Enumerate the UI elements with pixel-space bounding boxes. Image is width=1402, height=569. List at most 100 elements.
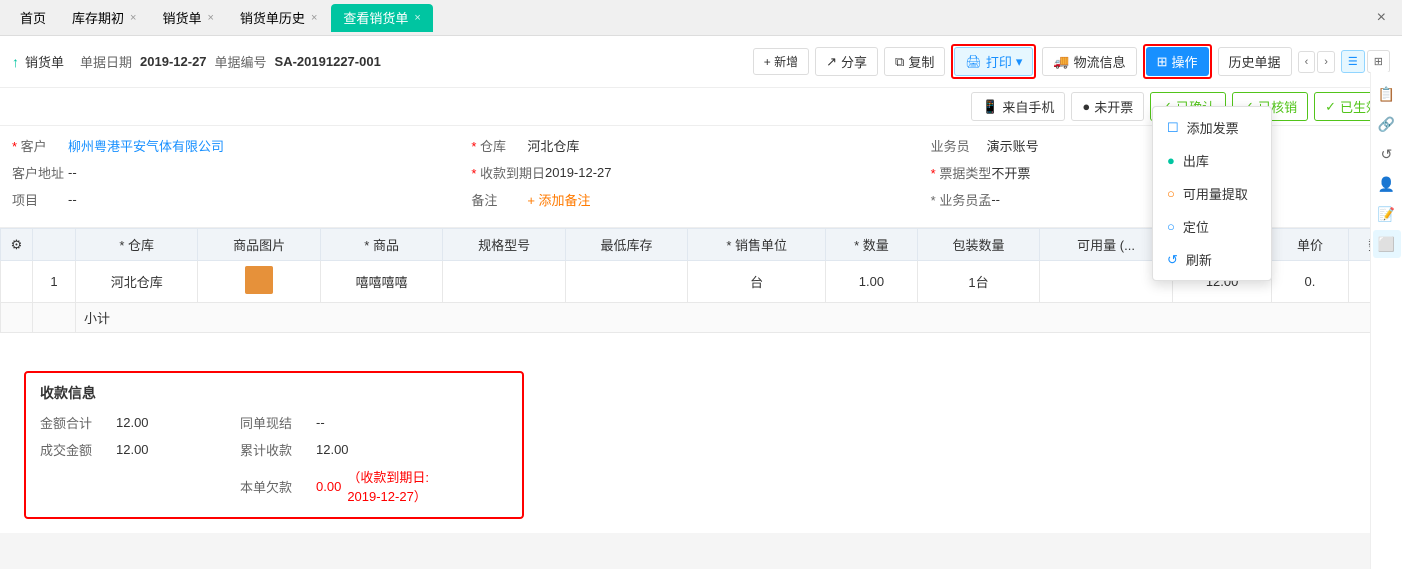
tab-home[interactable]: 首页	[8, 4, 58, 32]
subtotal-empty1	[33, 303, 76, 333]
refresh-icon: ↺	[1167, 252, 1178, 268]
dropdown-add-invoice[interactable]: ☐ 添加发票	[1153, 111, 1271, 144]
tab-sales-label: 销货单	[162, 8, 201, 27]
project-field: 项目 --	[12, 190, 471, 209]
header-actions: + 新增 ↗ 分享 ⧉ 复制 🖨 打印 ▾ 🚚	[753, 44, 1390, 79]
add-note-button[interactable]: + 添加备注	[527, 190, 590, 209]
main-content: ↑ 销货单 单据日期 2019-12-27 单据编号 SA-20191227-0…	[0, 36, 1402, 533]
next-button[interactable]: ›	[1317, 51, 1335, 73]
date-label: 单据日期	[80, 52, 132, 71]
grid-icon: ⊞	[1157, 54, 1168, 70]
tab-view-sales-close[interactable]: ×	[414, 12, 420, 24]
ticket-label: 票据类型	[931, 163, 992, 182]
invoice-icon: ☐	[1167, 120, 1179, 136]
dropdown-locate[interactable]: ○ 定位	[1153, 210, 1271, 243]
tab-bar: 首页 库存期初 × 销货单 × 销货单历史 × 查看销货单 × ×	[0, 0, 1402, 36]
doc-title: ↑ 销货单	[12, 52, 64, 71]
phone-button[interactable]: 📱 来自手机	[971, 92, 1065, 121]
customer-label: 客户	[12, 136, 68, 155]
th-spec: 规格型号	[443, 229, 565, 261]
sidebar-icon-5[interactable]: 📝	[1373, 200, 1401, 228]
footer-owed: 本单欠款 0.00 （收款到期日: 2019-12-27）	[240, 465, 440, 507]
dropdown-refresh[interactable]: ↺ 刷新	[1153, 243, 1271, 276]
subtotal-gear	[1, 303, 33, 333]
project-label: 项目	[12, 190, 68, 209]
number-value: SA-20191227-001	[275, 54, 381, 69]
tab-sales-close[interactable]: ×	[207, 12, 213, 24]
footer-grid: 金额合计 12.00 同单现结 -- 成交金额 12.00 累计收款 12.00	[40, 411, 508, 507]
td-spec	[443, 261, 565, 303]
subtotal-row: 小计	[1, 303, 1402, 333]
nav-arrows: ‹ ›	[1298, 51, 1335, 73]
subtotal-label: 小计	[76, 303, 1402, 333]
staff-value: 演示账号	[987, 136, 1039, 155]
tab-inventory[interactable]: 库存期初 ×	[60, 4, 148, 32]
address-label: 客户地址	[12, 163, 68, 182]
staff-label: 业务员	[931, 136, 987, 155]
duedate-label: 收款到期日	[471, 163, 545, 182]
transaction-label: 成交金额	[40, 440, 110, 459]
tab-inventory-label: 库存期初	[72, 8, 124, 27]
ticket-value: 不开票	[991, 163, 1030, 182]
transaction-value: 12.00	[116, 442, 149, 457]
th-warehouse: * 仓库	[76, 229, 198, 261]
td-gear	[1, 261, 33, 303]
salesman-label: * 业务员孟	[931, 190, 992, 209]
sidebar-icon-1[interactable]: 📋	[1373, 80, 1401, 108]
ticket-icon: ●	[1082, 99, 1090, 114]
not-open-button[interactable]: ● 未开票	[1071, 92, 1144, 121]
copy-button[interactable]: ⧉ 复制	[884, 47, 945, 76]
operation-highlight: 🖨 打印 ▾	[951, 44, 1036, 79]
logistics-button[interactable]: 🚚 物流信息	[1042, 47, 1136, 76]
dropdown-menu: ☐ 添加发票 ● 出库 ○ 可用量提取 ○ 定位 ↺ 刷新	[1152, 106, 1272, 281]
available-icon: ○	[1167, 186, 1175, 201]
doc-header: ↑ 销货单 单据日期 2019-12-27 单据编号 SA-20191227-0…	[0, 36, 1402, 88]
sidebar-icon-3[interactable]: ↺	[1373, 140, 1401, 168]
th-qty: * 数量	[826, 229, 918, 261]
tab-home-label: 首页	[20, 8, 46, 27]
warehouse-value: 河北仓库	[527, 136, 579, 155]
note-label: 备注	[471, 190, 527, 209]
same-order-value: --	[316, 415, 325, 430]
salesman-value: --	[991, 192, 1000, 207]
td-seq: 1	[33, 261, 76, 303]
dropdown-available[interactable]: ○ 可用量提取	[1153, 177, 1271, 210]
tab-sales-history[interactable]: 销货单历史 ×	[228, 4, 329, 32]
th-min-stock: 最低库存	[565, 229, 687, 261]
sidebar-icon-2[interactable]: 🔗	[1373, 110, 1401, 138]
tab-view-sales[interactable]: 查看销货单 ×	[331, 4, 432, 32]
operation-button[interactable]: ⊞ 操作	[1146, 47, 1209, 76]
share-button[interactable]: ↗ 分享	[815, 47, 878, 76]
grid-view-button[interactable]: ⊞	[1367, 50, 1390, 73]
project-value: --	[68, 192, 77, 207]
th-pkg: 包装数量	[917, 229, 1039, 261]
footer-area: 收款信息 金额合计 12.00 同单现结 -- 成交金额 12.00	[0, 357, 1402, 533]
cumulative-value: 12.00	[316, 442, 349, 457]
list-view-button[interactable]: ☰	[1341, 50, 1365, 73]
copy-icon: ⧉	[895, 54, 904, 70]
customer-value[interactable]: 柳州粤港平安气体有限公司	[68, 136, 224, 155]
dropdown-outbound[interactable]: ● 出库	[1153, 144, 1271, 177]
global-close-button[interactable]: ×	[1369, 9, 1394, 27]
right-sidebar: 📋 🔗 ↺ 👤 📝 ⬜	[1370, 72, 1402, 569]
print-icon: 🖨	[965, 54, 982, 70]
doc-type-icon: ↑	[12, 54, 19, 70]
date-value: 2019-12-27	[140, 54, 207, 69]
new-button[interactable]: + 新增	[753, 48, 809, 75]
print-button[interactable]: 🖨 打印 ▾	[954, 47, 1033, 76]
footer-same-order: 同单现结 --	[240, 411, 440, 434]
tab-sales-history-label: 销货单历史	[240, 8, 305, 27]
same-order-label: 同单现结	[240, 413, 310, 432]
share-icon: ↗	[826, 54, 837, 70]
tab-sales-history-close[interactable]: ×	[311, 12, 317, 24]
history-button[interactable]: 历史单据	[1218, 47, 1292, 76]
tab-inventory-close[interactable]: ×	[130, 12, 136, 24]
sidebar-icon-6[interactable]: ⬜	[1373, 230, 1401, 258]
footer-transaction: 成交金额 12.00	[40, 438, 240, 461]
th-gear: ⚙	[1, 229, 33, 261]
prev-button[interactable]: ‹	[1298, 51, 1316, 73]
duedate-field: 收款到期日 2019-12-27	[471, 163, 930, 182]
doc-meta: 单据日期 2019-12-27 单据编号 SA-20191227-001	[80, 52, 381, 71]
tab-sales[interactable]: 销货单 ×	[150, 4, 225, 32]
sidebar-icon-4[interactable]: 👤	[1373, 170, 1401, 198]
